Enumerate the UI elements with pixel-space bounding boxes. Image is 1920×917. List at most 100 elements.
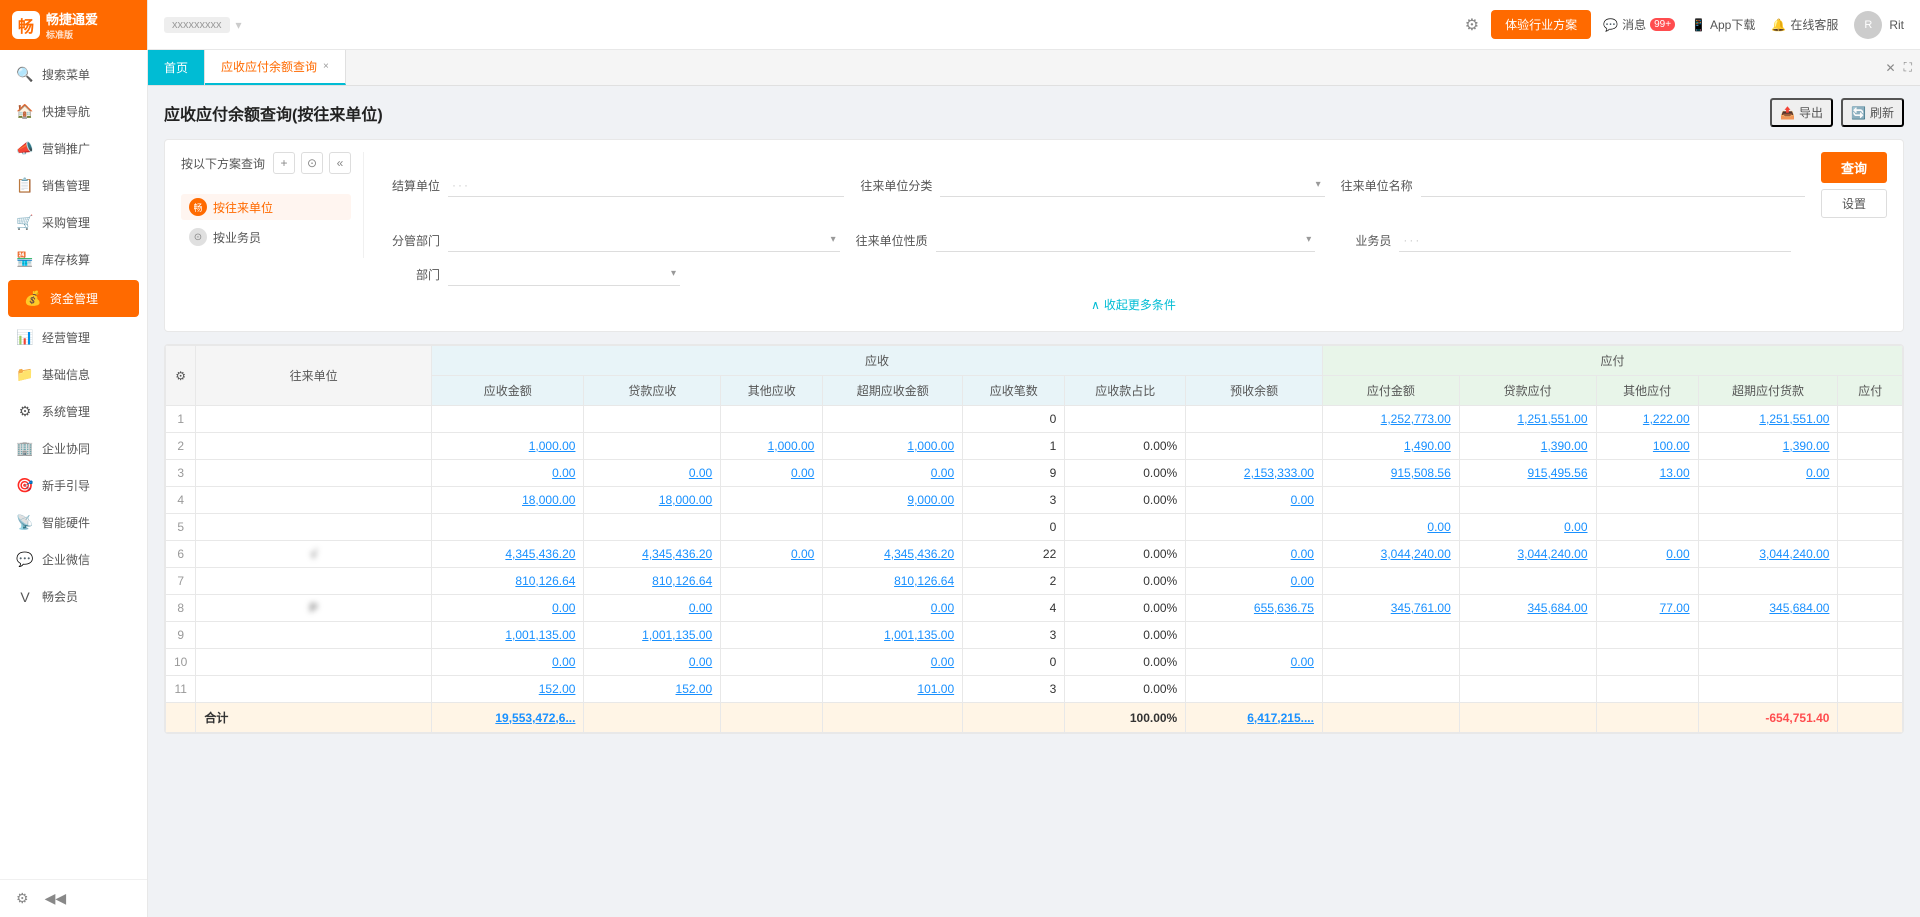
data-cell[interactable]: 0.00	[823, 649, 963, 676]
salesman-input[interactable]: ···	[1399, 228, 1791, 252]
data-cell[interactable]: 77.00	[1596, 595, 1698, 622]
settings-col-header[interactable]: ⚙	[166, 346, 196, 406]
data-cell[interactable]: 0.00	[1596, 541, 1698, 568]
data-cell[interactable]: 1,390.00	[1459, 433, 1596, 460]
sidebar-item-operations[interactable]: 📊 经营管理	[0, 319, 147, 356]
sidebar-collapse-btn[interactable]: ◀◀	[45, 890, 67, 907]
data-cell[interactable]: 4,345,436.20	[823, 541, 963, 568]
data-cell[interactable]: 0.00	[823, 460, 963, 487]
scheme-by-unit[interactable]: 畅 按往来单位	[181, 194, 351, 220]
unit-nature-input[interactable]: ▾	[936, 228, 1316, 252]
data-cell[interactable]: 18,000.00	[431, 487, 583, 514]
data-cell[interactable]: 1,000.00	[721, 433, 823, 460]
data-cell[interactable]: 345,684.00	[1698, 595, 1838, 622]
dept-manage-input[interactable]: ▾	[448, 228, 840, 252]
data-cell[interactable]: 9,000.00	[823, 487, 963, 514]
tab-home[interactable]: 首页	[148, 50, 205, 85]
data-cell[interactable]: 655,636.75	[1186, 595, 1323, 622]
data-cell[interactable]: 1,001,135.00	[584, 622, 721, 649]
data-cell[interactable]: 1,001,135.00	[823, 622, 963, 649]
refresh-button[interactable]: 🔄 刷新	[1841, 98, 1904, 127]
sidebar-item-wechat[interactable]: 💬 企业微信	[0, 541, 147, 578]
data-cell[interactable]: 4,345,436.20	[584, 541, 721, 568]
data-cell[interactable]: 100.00	[1596, 433, 1698, 460]
data-cell[interactable]: 1,252,773.00	[1322, 406, 1459, 433]
data-cell[interactable]: 1,222.00	[1596, 406, 1698, 433]
tab-close-all[interactable]: ✕	[1886, 61, 1896, 75]
data-cell[interactable]: 0.00	[721, 460, 823, 487]
unit-category-input[interactable]: ▾	[940, 173, 1324, 197]
total-ys[interactable]: 19,553,472,6...	[431, 703, 583, 733]
data-cell[interactable]: 3,044,240.00	[1698, 541, 1838, 568]
sidebar-item-enterprise[interactable]: 🏢 企业协同	[0, 430, 147, 467]
sidebar-item-finance[interactable]: 💰 资金管理	[8, 280, 139, 317]
tab-expand[interactable]: ⛶	[1904, 60, 1912, 75]
data-cell[interactable]: 152.00	[584, 676, 721, 703]
data-cell[interactable]: 0.00	[1322, 514, 1459, 541]
add-scheme-btn[interactable]: +	[273, 152, 295, 174]
data-cell[interactable]: 1,251,551.00	[1698, 406, 1838, 433]
sidebar-item-inventory[interactable]: 🏪 库存核算	[0, 241, 147, 278]
data-cell[interactable]: 0.00	[1186, 487, 1323, 514]
data-cell[interactable]: 0.00	[1186, 541, 1323, 568]
sidebar-item-purchase[interactable]: 🛒 采购管理	[0, 204, 147, 241]
data-cell[interactable]: 0.00	[584, 460, 721, 487]
data-cell[interactable]: 0.00	[1186, 649, 1323, 676]
sidebar-item-marketing[interactable]: 📣 营销推广	[0, 130, 147, 167]
data-cell[interactable]: 345,761.00	[1322, 595, 1459, 622]
data-cell[interactable]: 3,044,240.00	[1322, 541, 1459, 568]
sidebar-item-base-info[interactable]: 📁 基础信息	[0, 356, 147, 393]
data-cell[interactable]: 345,684.00	[1459, 595, 1596, 622]
tab-close-icon[interactable]: ×	[323, 61, 329, 72]
unit-name-input[interactable]	[1421, 173, 1805, 197]
data-cell[interactable]: 1,390.00	[1698, 433, 1838, 460]
header-settings-icon[interactable]: ⚙	[1465, 15, 1479, 35]
header-user[interactable]: R Rit	[1854, 11, 1904, 39]
app-download-action[interactable]: 📱 App下载	[1691, 16, 1755, 33]
data-cell[interactable]: 18,000.00	[584, 487, 721, 514]
sidebar-item-search-menu[interactable]: 🔍 搜索菜单	[0, 56, 147, 93]
data-cell[interactable]: 101.00	[823, 676, 963, 703]
scheme-by-staff[interactable]: ⊙ 按业务员	[181, 224, 351, 250]
data-cell[interactable]: 0.00	[1186, 568, 1323, 595]
data-cell[interactable]: 0.00	[431, 649, 583, 676]
sidebar-item-sales[interactable]: 📋 销售管理	[0, 167, 147, 204]
tab-ar-ap[interactable]: 应收应付余额查询 ×	[205, 50, 346, 85]
data-cell[interactable]: 915,508.56	[1322, 460, 1459, 487]
dept-input[interactable]: ▾	[448, 262, 680, 286]
data-cell[interactable]: 1,490.00	[1322, 433, 1459, 460]
sidebar-item-quick-nav[interactable]: 🏠 快捷导航	[0, 93, 147, 130]
sidebar-settings-btn[interactable]: ⚙	[16, 890, 29, 907]
table-settings-icon[interactable]: ⚙	[175, 369, 186, 383]
data-cell[interactable]: 3,044,240.00	[1459, 541, 1596, 568]
data-cell[interactable]: 810,126.64	[431, 568, 583, 595]
sidebar-item-member[interactable]: V 畅会员	[0, 578, 147, 615]
sidebar-item-smart-hw[interactable]: 📡 智能硬件	[0, 504, 147, 541]
sidebar-item-sys-manage[interactable]: ⚙ 系统管理	[0, 393, 147, 430]
scheme-collapse-btn[interactable]: «	[329, 152, 351, 174]
data-cell[interactable]: 2,153,333.00	[1186, 460, 1323, 487]
data-cell[interactable]: 1,000.00	[823, 433, 963, 460]
data-cell[interactable]: 1,251,551.00	[1459, 406, 1596, 433]
data-cell[interactable]: 1,000.00	[431, 433, 583, 460]
data-cell[interactable]: 915,495.56	[1459, 460, 1596, 487]
settings-button[interactable]: 设置	[1821, 189, 1887, 218]
scheme-settings-btn[interactable]: ⊙	[301, 152, 323, 174]
data-cell[interactable]: 1,001,135.00	[431, 622, 583, 649]
data-cell[interactable]: 0.00	[584, 649, 721, 676]
data-cell[interactable]: 810,126.64	[584, 568, 721, 595]
collapse-more-btn[interactable]: ∧ 收起更多条件	[380, 290, 1887, 319]
online-service-action[interactable]: 🔔 在线客服	[1771, 16, 1838, 33]
data-cell[interactable]: 0.00	[431, 460, 583, 487]
export-button[interactable]: 📤 导出	[1770, 98, 1833, 127]
data-cell[interactable]: 13.00	[1596, 460, 1698, 487]
messages-action[interactable]: 💬 消息 99+	[1603, 16, 1675, 33]
promo-button[interactable]: 体验行业方案	[1491, 10, 1591, 39]
data-cell[interactable]: 0.00	[431, 595, 583, 622]
sidebar-item-guide[interactable]: 🎯 新手引导	[0, 467, 147, 504]
data-cell[interactable]: 152.00	[431, 676, 583, 703]
data-cell[interactable]: 0.00	[1698, 460, 1838, 487]
query-button[interactable]: 查询	[1821, 152, 1887, 183]
data-cell[interactable]: 0.00	[1459, 514, 1596, 541]
data-cell[interactable]: 0.00	[823, 595, 963, 622]
